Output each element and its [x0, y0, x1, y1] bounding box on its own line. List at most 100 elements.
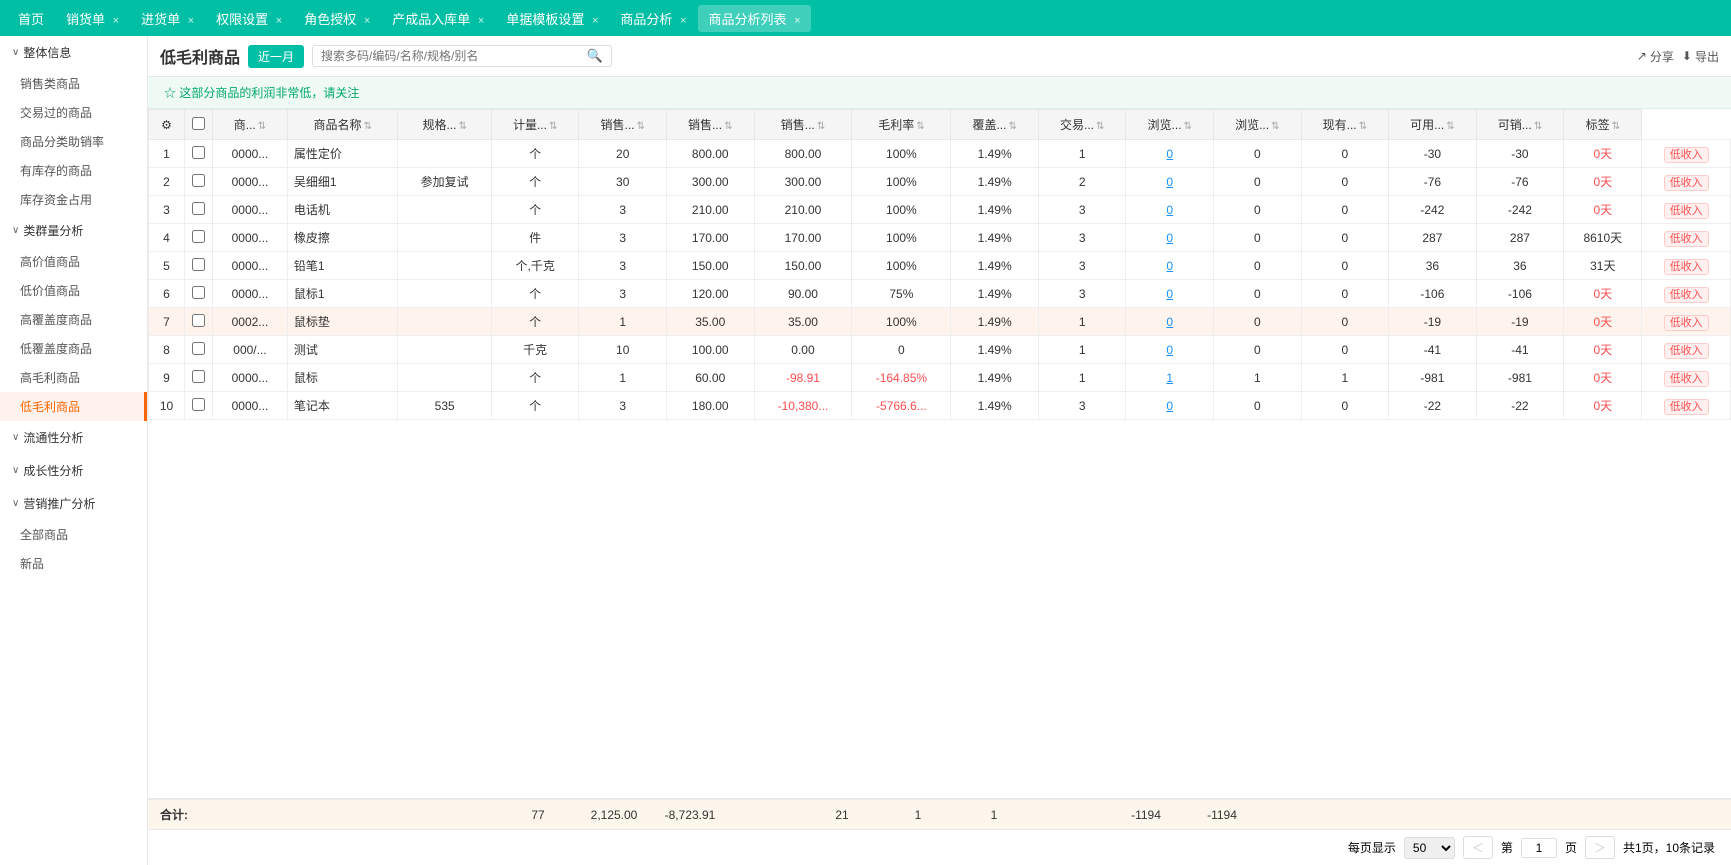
- sidebar-group-cluster[interactable]: ∨ 类群量分析: [0, 214, 147, 247]
- sidebar-item-all-goods[interactable]: 全部商品: [0, 520, 147, 549]
- trade-link[interactable]: 0: [1166, 203, 1173, 217]
- col-code-header[interactable]: 商...⇅: [213, 110, 288, 140]
- date-filter-button[interactable]: 近一月: [248, 45, 304, 68]
- nav-template-close[interactable]: ×: [592, 15, 598, 27]
- nav-role-close[interactable]: ×: [364, 15, 370, 27]
- col-browse2-header[interactable]: 浏览...⇅: [1214, 110, 1302, 140]
- row-checkbox[interactable]: [185, 308, 213, 336]
- row-checkbox[interactable]: [185, 168, 213, 196]
- col-coverage-header[interactable]: 覆盖...⇅: [951, 110, 1039, 140]
- search-input[interactable]: [321, 49, 587, 63]
- col-gp-header[interactable]: 毛利率⇅: [852, 110, 951, 140]
- trade-link[interactable]: 0: [1166, 287, 1173, 301]
- sidebar-item-high-coverage[interactable]: 高覆盖度商品: [0, 305, 147, 334]
- prev-page-button[interactable]: ＜: [1463, 836, 1493, 859]
- row-current: -981: [1389, 364, 1477, 392]
- nav-sales[interactable]: 销货单 ×: [56, 5, 129, 32]
- row-unit: 个: [491, 168, 579, 196]
- row-no: 2: [149, 168, 185, 196]
- col-sales1-header[interactable]: 销售...⇅: [579, 110, 667, 140]
- row-maoli: 1.49%: [951, 196, 1039, 224]
- sidebar-item-low-value[interactable]: 低价值商品: [0, 276, 147, 305]
- row-checkbox[interactable]: [185, 196, 213, 224]
- row-spec: [398, 280, 491, 308]
- row-checkbox[interactable]: [185, 336, 213, 364]
- row-current: -19: [1389, 308, 1477, 336]
- col-sales3-header[interactable]: 销售...⇅: [754, 110, 852, 140]
- col-name-header[interactable]: 商品名称⇅: [287, 110, 398, 140]
- sidebar-item-low-margin[interactable]: 低毛利商品: [0, 392, 147, 421]
- trade-link[interactable]: 0: [1166, 315, 1173, 329]
- col-unit-header[interactable]: 计量...⇅: [491, 110, 579, 140]
- row-sales1: 1: [579, 308, 667, 336]
- row-checkbox[interactable]: [185, 392, 213, 420]
- sidebar-group-growth[interactable]: ∨ 成长性分析: [0, 454, 147, 487]
- sidebar-item-sales-goods[interactable]: 销售类商品: [0, 69, 147, 98]
- row-checkbox[interactable]: [185, 140, 213, 168]
- col-settings[interactable]: ⚙: [149, 110, 185, 140]
- footer-s1-total: 77: [508, 808, 568, 822]
- sidebar-item-new-goods[interactable]: 新品: [0, 549, 147, 578]
- nav-purchase[interactable]: 进货单 ×: [131, 5, 204, 32]
- share-button[interactable]: ↗ 分享: [1637, 48, 1674, 65]
- nav-product-entry[interactable]: 产成品入库单 ×: [382, 5, 494, 32]
- next-page-button[interactable]: ＞: [1585, 836, 1615, 859]
- sidebar-item-in-stock[interactable]: 有库存的商品: [0, 156, 147, 185]
- row-checkbox[interactable]: [185, 280, 213, 308]
- nav-home[interactable]: 首页: [8, 5, 54, 32]
- search-icon[interactable]: 🔍: [587, 48, 603, 64]
- trade-link[interactable]: 0: [1166, 399, 1173, 413]
- col-current-header[interactable]: 现有...⇅: [1301, 110, 1389, 140]
- trade-link[interactable]: 0: [1166, 175, 1173, 189]
- col-checkbox-all[interactable]: [185, 110, 213, 140]
- nav-template[interactable]: 单据模板设置 ×: [496, 5, 608, 32]
- trade-link[interactable]: 0: [1166, 231, 1173, 245]
- col-sellable-header[interactable]: 可销...⇅: [1476, 110, 1564, 140]
- sidebar-group-overall[interactable]: ∨ 整体信息: [0, 36, 147, 69]
- nav-permission-close[interactable]: ×: [276, 15, 282, 27]
- sidebar-group-flow[interactable]: ∨ 流通性分析: [0, 421, 147, 454]
- table-row: 3 0000... 电话机 个 3 210.00 210.00 100% 1.4…: [149, 196, 1731, 224]
- col-sales2-header[interactable]: 销售...⇅: [666, 110, 754, 140]
- row-name: 橡皮擦: [287, 224, 398, 252]
- sidebar-group-marketing[interactable]: ∨ 营销推广分析: [0, 487, 147, 520]
- row-name: 鼠标: [287, 364, 398, 392]
- row-no: 10: [149, 392, 185, 420]
- row-sales1: 3: [579, 224, 667, 252]
- nav-product-analysis-close[interactable]: ×: [680, 15, 686, 27]
- trade-link[interactable]: 0: [1166, 343, 1173, 357]
- trade-link[interactable]: 0: [1166, 147, 1173, 161]
- trade-link[interactable]: 1: [1166, 371, 1173, 385]
- nav-product-analysis-list[interactable]: 商品分析列表 ×: [698, 5, 810, 32]
- col-available-header[interactable]: 可用...⇅: [1389, 110, 1477, 140]
- col-tag-header[interactable]: 标签⇅: [1564, 110, 1642, 140]
- row-checkbox[interactable]: [185, 364, 213, 392]
- row-checkbox[interactable]: [185, 224, 213, 252]
- sidebar-item-low-coverage[interactable]: 低覆盖度商品: [0, 334, 147, 363]
- col-browse1-header[interactable]: 浏览...⇅: [1126, 110, 1214, 140]
- nav-purchase-close[interactable]: ×: [188, 15, 194, 27]
- col-trade-header[interactable]: 交易...⇅: [1038, 110, 1126, 140]
- sidebar-item-stock-capital[interactable]: 库存资金占用: [0, 185, 147, 214]
- page-number-input[interactable]: [1521, 838, 1557, 858]
- row-name: 测试: [287, 336, 398, 364]
- sidebar-item-high-value[interactable]: 高价值商品: [0, 247, 147, 276]
- col-spec-header[interactable]: 规格...⇅: [398, 110, 491, 140]
- nav-role[interactable]: 角色授权 ×: [294, 5, 380, 32]
- nav-product-analysis-list-close[interactable]: ×: [794, 15, 800, 27]
- per-page-select[interactable]: 50 20 100: [1404, 837, 1455, 859]
- row-checkbox[interactable]: [185, 252, 213, 280]
- nav-product-analysis[interactable]: 商品分析 ×: [610, 5, 696, 32]
- nav-product-entry-close[interactable]: ×: [478, 15, 484, 27]
- sidebar-item-traded-goods[interactable]: 交易过的商品: [0, 98, 147, 127]
- row-no: 6: [149, 280, 185, 308]
- row-days: 8610天: [1564, 224, 1642, 252]
- nav-permission[interactable]: 权限设置 ×: [206, 5, 292, 32]
- export-button[interactable]: ⬇ 导出: [1682, 48, 1719, 65]
- sidebar-item-category-sales[interactable]: 商品分类助销率: [0, 127, 147, 156]
- sidebar-item-high-margin[interactable]: 高毛利商品: [0, 363, 147, 392]
- row-unit: 件: [491, 224, 579, 252]
- select-all-checkbox[interactable]: [192, 117, 205, 130]
- trade-link[interactable]: 0: [1166, 259, 1173, 273]
- nav-sales-close[interactable]: ×: [113, 15, 119, 27]
